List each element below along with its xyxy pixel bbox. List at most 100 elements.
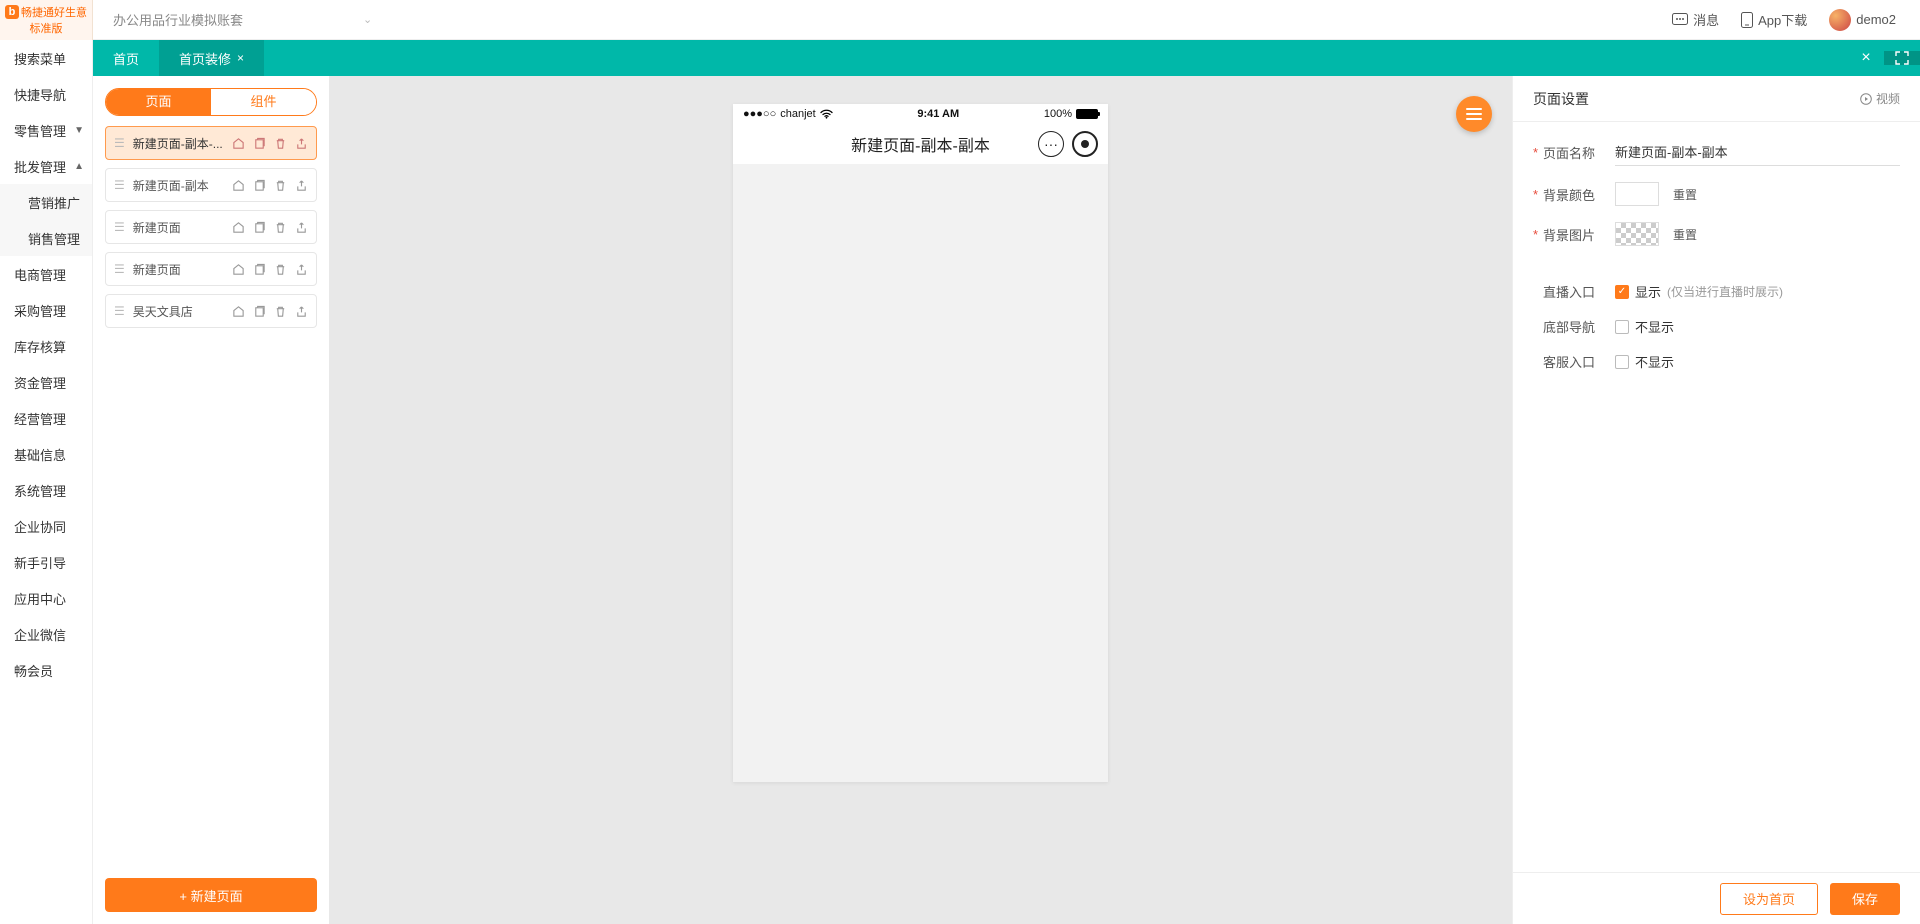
live-hint: (仅当进行直播时展示) bbox=[1667, 283, 1783, 300]
tab-close-all-icon[interactable]: × bbox=[1848, 49, 1884, 67]
page-list-item[interactable]: ☰新建页面-副本 bbox=[105, 168, 317, 202]
home-icon[interactable] bbox=[232, 263, 245, 276]
sidebar-item-6[interactable]: 电商管理 bbox=[0, 256, 92, 292]
preview-canvas: ●●●○○ chanjet 9:41 AM 100% 新建页面-副本-副本 ··… bbox=[329, 76, 1512, 924]
delete-icon[interactable] bbox=[274, 179, 287, 192]
save-button[interactable]: 保存 bbox=[1830, 883, 1900, 915]
page-item-name: 新建页面 bbox=[133, 261, 224, 278]
sidebar-item-0[interactable]: 搜索菜单 bbox=[0, 40, 92, 76]
messages-link[interactable]: 消息 bbox=[1672, 10, 1719, 29]
label-bg-image: 背景图片 bbox=[1543, 225, 1615, 244]
phone-title-bar: 新建页面-副本-副本 ··· bbox=[733, 124, 1108, 164]
sidebar-item-5[interactable]: 销售管理 bbox=[0, 220, 92, 256]
copy-icon[interactable] bbox=[253, 179, 266, 192]
more-icon[interactable]: ··· bbox=[1038, 131, 1064, 157]
sidebar-item-11[interactable]: 基础信息 bbox=[0, 436, 92, 472]
tab-editor[interactable]: 首页装修× bbox=[159, 40, 264, 76]
bg-image-reset[interactable]: 重置 bbox=[1673, 226, 1697, 243]
target-icon[interactable] bbox=[1072, 131, 1098, 157]
sidebar-item-3[interactable]: 批发管理▲ bbox=[0, 148, 92, 184]
sidebar-item-2[interactable]: 零售管理▼ bbox=[0, 112, 92, 148]
settings-title: 页面设置 bbox=[1533, 89, 1589, 109]
pages-panel: 页面 组件 ☰新建页面-副本-...☰新建页面-副本☰新建页面☰新建页面☰昊天文… bbox=[93, 76, 329, 924]
app-download-link[interactable]: App下载 bbox=[1741, 10, 1807, 29]
delete-icon[interactable] bbox=[274, 137, 287, 150]
label-live: 直播入口 bbox=[1543, 282, 1615, 301]
drag-icon[interactable]: ☰ bbox=[114, 262, 125, 276]
bg-color-reset[interactable]: 重置 bbox=[1673, 186, 1697, 203]
phone-body[interactable] bbox=[733, 164, 1108, 782]
tab-bar: 首页 首页装修× × bbox=[93, 40, 1920, 76]
page-list-item[interactable]: ☰ 新建页面-副本-... bbox=[105, 126, 317, 160]
label-bg-color: 背景颜色 bbox=[1543, 185, 1615, 204]
sidebar-item-12[interactable]: 系统管理 bbox=[0, 472, 92, 508]
chevron-down-icon: ▼ bbox=[74, 125, 84, 136]
new-page-button[interactable]: + 新建页面 bbox=[105, 878, 317, 912]
page-list-item[interactable]: ☰ 昊天文具店 bbox=[105, 294, 317, 328]
drag-icon[interactable]: ☰ bbox=[114, 220, 125, 234]
drag-icon[interactable]: ☰ bbox=[114, 136, 125, 150]
chevron-down-icon: ⌄ bbox=[363, 13, 372, 26]
segment-component[interactable]: 组件 bbox=[211, 89, 316, 115]
copy-icon[interactable] bbox=[253, 137, 266, 150]
live-checkbox[interactable]: ✓ bbox=[1615, 285, 1629, 299]
brand-logo: b畅捷通好生意 标准版 bbox=[0, 0, 93, 40]
set-home-button[interactable]: 设为首页 bbox=[1720, 883, 1818, 915]
sidebar-item-7[interactable]: 采购管理 bbox=[0, 292, 92, 328]
battery-icon bbox=[1076, 109, 1098, 119]
page-item-name: 新建页面-副本-... bbox=[133, 135, 224, 152]
sidebar-item-4[interactable]: 营销推广 bbox=[0, 184, 92, 220]
bg-image-swatch[interactable] bbox=[1615, 222, 1659, 246]
sidebar-item-1[interactable]: 快捷导航 bbox=[0, 76, 92, 112]
home-icon[interactable] bbox=[232, 137, 245, 150]
share-icon[interactable] bbox=[295, 137, 308, 150]
canvas-menu-fab[interactable] bbox=[1456, 96, 1492, 132]
fullscreen-icon[interactable] bbox=[1884, 51, 1920, 65]
drag-icon[interactable]: ☰ bbox=[114, 304, 125, 318]
sidebar-item-14[interactable]: 新手引导 bbox=[0, 544, 92, 580]
home-icon[interactable] bbox=[232, 221, 245, 234]
page-title: 新建页面-副本-副本 bbox=[851, 132, 990, 156]
bottomnav-checkbox[interactable] bbox=[1615, 320, 1629, 334]
sidebar-item-10[interactable]: 经营管理 bbox=[0, 400, 92, 436]
copy-icon[interactable] bbox=[253, 305, 266, 318]
app-header: b畅捷通好生意 标准版 办公用品行业模拟账套 ⌄ 消息 App下载 demo2 bbox=[0, 0, 1920, 40]
copy-icon[interactable] bbox=[253, 221, 266, 234]
delete-icon[interactable] bbox=[274, 221, 287, 234]
phone-icon bbox=[1741, 12, 1753, 28]
copy-icon[interactable] bbox=[253, 263, 266, 276]
page-name-input[interactable] bbox=[1615, 138, 1900, 166]
video-help-link[interactable]: 视频 bbox=[1860, 90, 1900, 107]
label-page-name: 页面名称 bbox=[1543, 143, 1615, 162]
share-icon[interactable] bbox=[295, 263, 308, 276]
signal-icon: ●●●○○ bbox=[743, 108, 776, 120]
page-item-name: 昊天文具店 bbox=[133, 303, 224, 320]
play-icon bbox=[1860, 93, 1872, 105]
home-icon[interactable] bbox=[232, 305, 245, 318]
panel-segment: 页面 组件 bbox=[105, 88, 317, 116]
sidebar-item-17[interactable]: 畅会员 bbox=[0, 652, 92, 688]
service-checkbox[interactable] bbox=[1615, 355, 1629, 369]
sidebar-item-8[interactable]: 库存核算 bbox=[0, 328, 92, 364]
tab-home[interactable]: 首页 bbox=[93, 40, 159, 76]
sidebar-item-13[interactable]: 企业协同 bbox=[0, 508, 92, 544]
sidebar-item-15[interactable]: 应用中心 bbox=[0, 580, 92, 616]
share-icon[interactable] bbox=[295, 179, 308, 192]
close-icon[interactable]: × bbox=[237, 51, 244, 65]
user-menu[interactable]: demo2 bbox=[1829, 9, 1896, 31]
delete-icon[interactable] bbox=[274, 305, 287, 318]
share-icon[interactable] bbox=[295, 221, 308, 234]
drag-icon[interactable]: ☰ bbox=[114, 178, 125, 192]
share-icon[interactable] bbox=[295, 305, 308, 318]
segment-page[interactable]: 页面 bbox=[106, 89, 211, 115]
delete-icon[interactable] bbox=[274, 263, 287, 276]
home-icon[interactable] bbox=[232, 179, 245, 192]
account-selector[interactable]: 办公用品行业模拟账套 ⌄ bbox=[113, 10, 372, 29]
bg-color-swatch[interactable] bbox=[1615, 182, 1659, 206]
label-bottom-nav: 底部导航 bbox=[1543, 317, 1615, 336]
page-list-item[interactable]: ☰新建页面 bbox=[105, 210, 317, 244]
wifi-icon bbox=[820, 109, 833, 119]
sidebar-item-9[interactable]: 资金管理 bbox=[0, 364, 92, 400]
sidebar-item-16[interactable]: 企业微信 bbox=[0, 616, 92, 652]
page-list-item[interactable]: ☰ 新建页面 bbox=[105, 252, 317, 286]
